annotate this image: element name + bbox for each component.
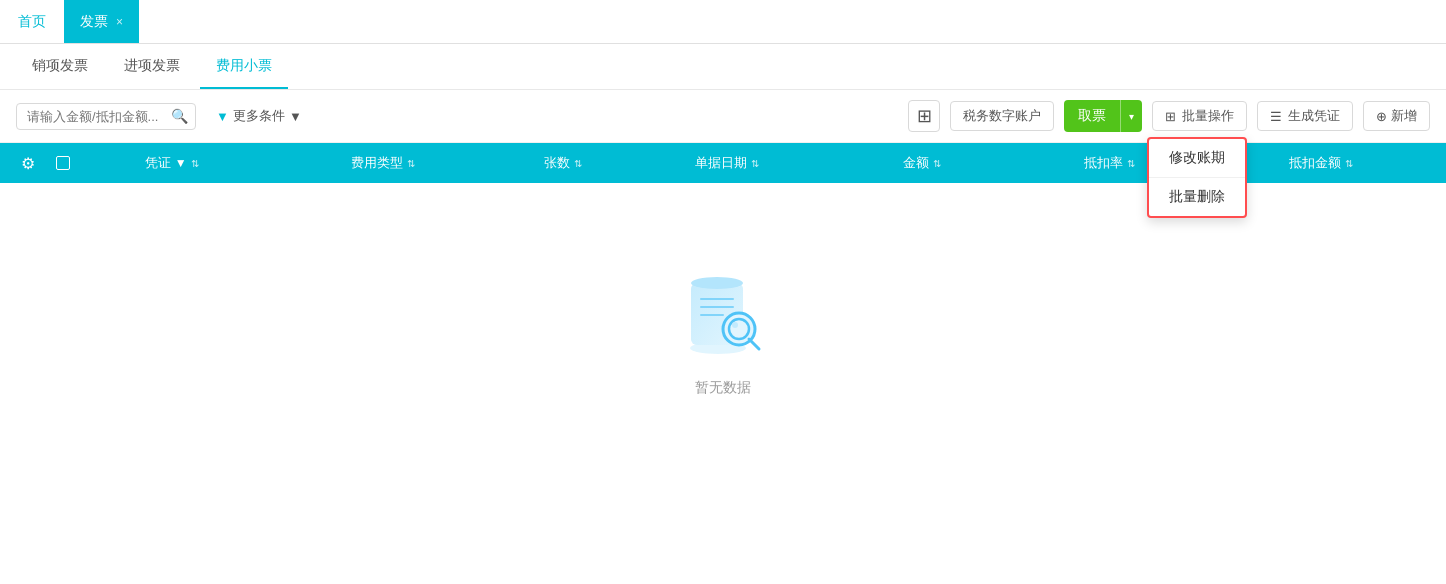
th-amount-sort-icon[interactable]: ⇅ bbox=[933, 158, 941, 169]
modify-period-item[interactable]: 修改账期 bbox=[1149, 139, 1245, 177]
take-ticket-arrow-icon[interactable]: ▾ bbox=[1121, 100, 1142, 132]
th-date-label: 单据日期 bbox=[695, 154, 747, 172]
tab-sales-invoice[interactable]: 销项发票 bbox=[16, 44, 104, 89]
th-date-sort-icon[interactable]: ⇅ bbox=[751, 158, 759, 169]
search-icon[interactable]: 🔍 bbox=[171, 108, 188, 124]
search-input[interactable] bbox=[16, 103, 196, 130]
empty-state-text: 暂无数据 bbox=[695, 379, 751, 397]
empty-state-icon bbox=[673, 263, 773, 363]
th-settings[interactable]: ⚙ bbox=[8, 154, 48, 173]
batch-delete-item[interactable]: 批量删除 bbox=[1149, 178, 1245, 216]
th-amount-label: 金额 bbox=[903, 154, 929, 172]
th-deduct-amount-sort-icon[interactable]: ⇅ bbox=[1345, 158, 1353, 169]
home-nav-item[interactable]: 首页 bbox=[0, 0, 64, 43]
sub-tabs-bar: 销项发票 进项发票 费用小票 bbox=[0, 44, 1446, 90]
gen-voucher-label: 生成凭证 bbox=[1288, 107, 1340, 125]
close-tab-button[interactable]: × bbox=[116, 15, 123, 29]
select-all-checkbox[interactable] bbox=[56, 156, 70, 170]
top-nav: 首页 发票 × bbox=[0, 0, 1446, 44]
search-input-wrap: 🔍 bbox=[16, 103, 196, 130]
toolbar: 🔍 ▼ 更多条件 ▼ ⊞ 税务数字账户 取票 ▾ ⊞ 批量操作 bbox=[0, 90, 1446, 143]
filter-label: 更多条件 bbox=[233, 107, 285, 125]
th-count[interactable]: 张数 ⇅ bbox=[500, 154, 625, 172]
add-button[interactable]: ⊕ 新增 bbox=[1363, 101, 1430, 131]
batch-op-dropdown: ⊞ 批量操作 修改账期 批量删除 bbox=[1152, 101, 1247, 131]
th-checkbox[interactable] bbox=[48, 156, 78, 170]
filter-button[interactable]: ▼ 更多条件 ▼ bbox=[208, 103, 310, 129]
th-voucher-sort-icon[interactable]: ⇅ bbox=[191, 158, 199, 169]
batch-op-label: 批量操作 bbox=[1182, 107, 1234, 125]
batch-op-button[interactable]: ⊞ 批量操作 bbox=[1152, 101, 1247, 131]
take-ticket-button[interactable]: 取票 ▾ bbox=[1064, 100, 1142, 132]
th-deduct-rate-sort-icon[interactable]: ⇅ bbox=[1127, 158, 1135, 169]
qr-icon: ⊞ bbox=[917, 105, 932, 127]
filter-icon: ▼ bbox=[216, 109, 229, 124]
th-voucher[interactable]: 凭证 ▼ ⇅ bbox=[78, 154, 266, 172]
add-icon: ⊕ bbox=[1376, 109, 1387, 124]
toolbar-left: 🔍 ▼ 更多条件 ▼ bbox=[16, 103, 310, 130]
take-ticket-main-label[interactable]: 取票 bbox=[1064, 100, 1121, 132]
batch-op-menu: 修改账期 批量删除 bbox=[1147, 137, 1247, 218]
svg-point-3 bbox=[691, 277, 743, 289]
th-count-sort-icon[interactable]: ⇅ bbox=[574, 158, 582, 169]
th-expense-type-sort-icon[interactable]: ⇅ bbox=[407, 158, 415, 169]
add-label: 新增 bbox=[1391, 107, 1417, 125]
main-content: 销项发票 进项发票 费用小票 🔍 ▼ 更多条件 ▼ ⊞ 税务数 bbox=[0, 44, 1446, 584]
th-deduct-rate-label: 抵扣率 bbox=[1084, 154, 1123, 172]
gen-voucher-button[interactable]: ☰ 生成凭证 bbox=[1257, 101, 1353, 131]
th-amount[interactable]: 金额 ⇅ bbox=[828, 154, 1016, 172]
filter-arrow-icon: ▼ bbox=[289, 109, 302, 124]
tab-expense-ticket[interactable]: 费用小票 bbox=[200, 44, 288, 89]
toolbar-right: ⊞ 税务数字账户 取票 ▾ ⊞ 批量操作 修改账期 批量删除 bbox=[908, 100, 1430, 132]
settings-gear-icon[interactable]: ⚙ bbox=[21, 154, 35, 173]
th-expense-type[interactable]: 费用类型 ⇅ bbox=[266, 154, 500, 172]
empty-state: 暂无数据 bbox=[0, 183, 1446, 457]
svg-point-10 bbox=[732, 322, 738, 328]
th-date[interactable]: 单据日期 ⇅ bbox=[625, 154, 828, 172]
tax-digital-label: 税务数字账户 bbox=[963, 108, 1041, 123]
th-count-label: 张数 bbox=[544, 154, 570, 172]
th-expense-type-label: 费用类型 bbox=[351, 154, 403, 172]
invoice-tab-label: 发票 bbox=[80, 13, 108, 31]
qr-code-button[interactable]: ⊞ bbox=[908, 100, 940, 132]
th-voucher-filter-icon: ▼ bbox=[175, 156, 187, 170]
th-voucher-label: 凭证 bbox=[145, 154, 171, 172]
invoice-tab[interactable]: 发票 × bbox=[64, 0, 139, 43]
tab-purchase-invoice[interactable]: 进项发票 bbox=[108, 44, 196, 89]
svg-line-9 bbox=[749, 339, 759, 349]
batch-op-icon: ⊞ bbox=[1165, 109, 1176, 124]
gen-voucher-icon: ☰ bbox=[1270, 109, 1282, 124]
tax-digital-button[interactable]: 税务数字账户 bbox=[950, 101, 1054, 131]
th-deduct-amount-label: 抵扣金额 bbox=[1289, 154, 1341, 172]
